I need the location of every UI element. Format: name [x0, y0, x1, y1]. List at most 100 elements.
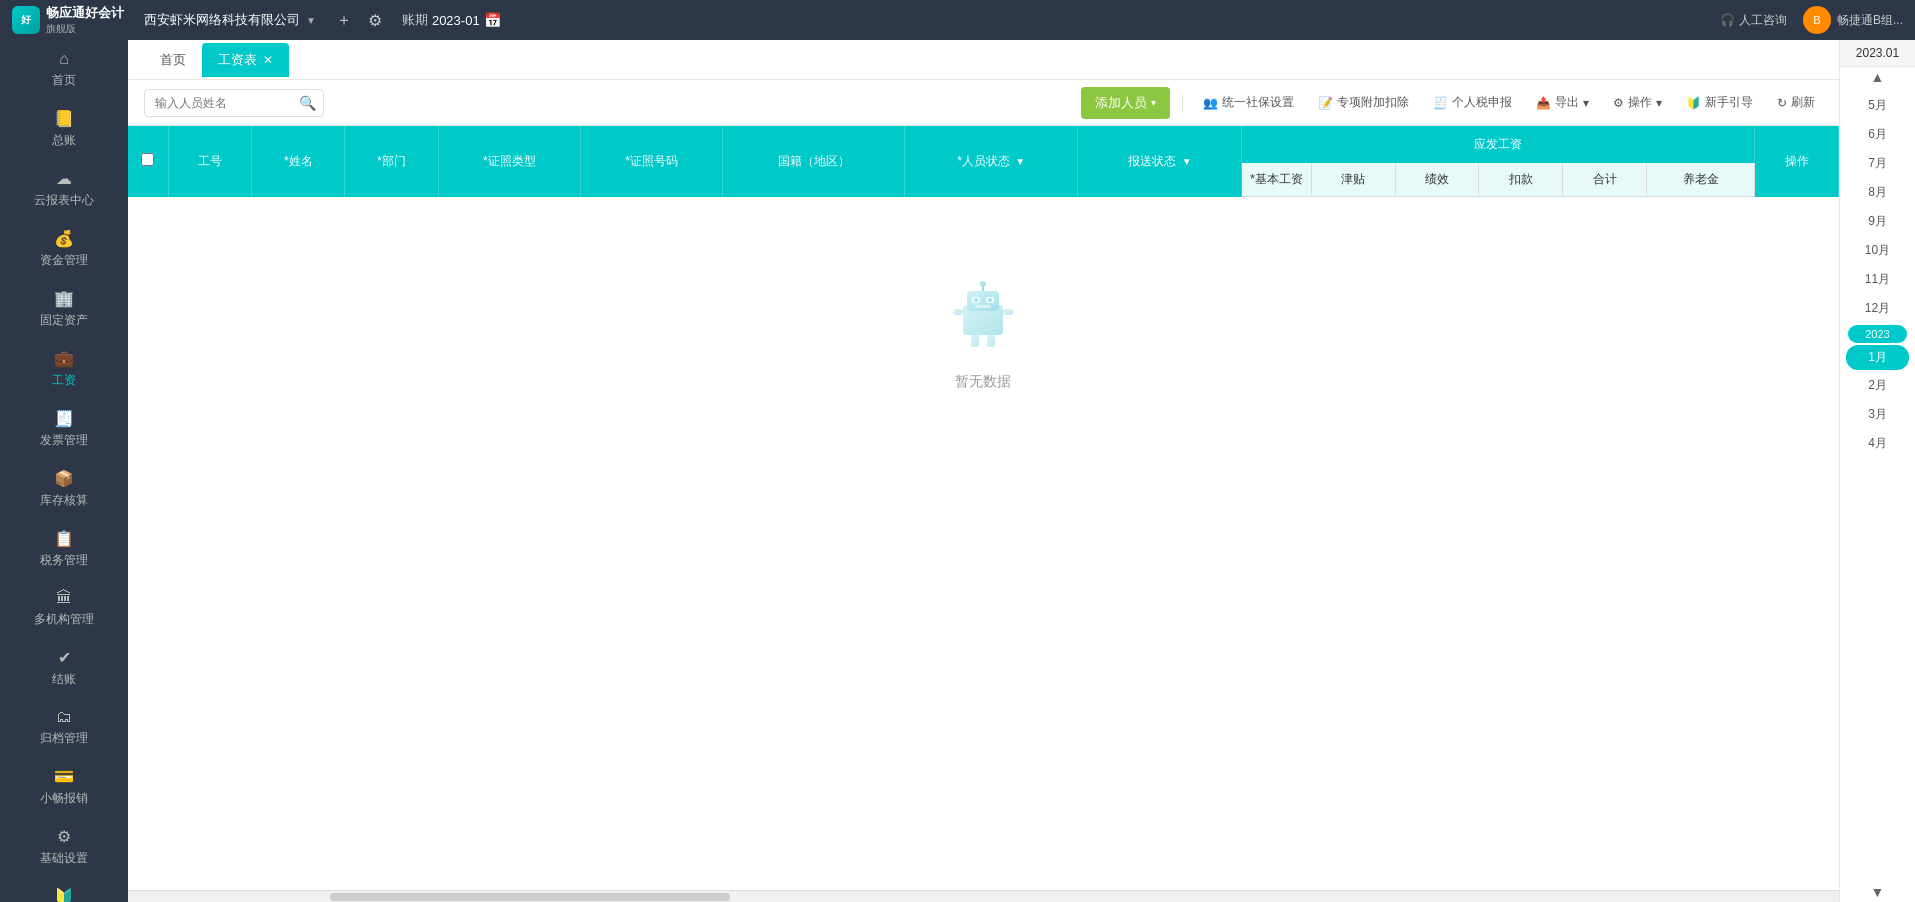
- special-deduction-icon: 📝: [1318, 96, 1333, 110]
- headset-icon: 🎧: [1720, 13, 1735, 27]
- add-person-button[interactable]: 添加人员 ▾: [1081, 87, 1170, 119]
- year-badge: 2023: [1848, 325, 1907, 343]
- sidebar-item-inventory[interactable]: 📦 库存核算: [0, 459, 128, 519]
- ledger-icon: 📒: [54, 109, 74, 128]
- month-item-4[interactable]: 4月: [1840, 429, 1915, 458]
- svg-rect-12: [1003, 309, 1013, 315]
- col-salary-group-header: 应发工资: [1242, 126, 1755, 163]
- settings-icon: ⚙: [57, 827, 71, 846]
- refresh-icon: ↻: [1777, 96, 1787, 110]
- svg-rect-5: [988, 298, 992, 302]
- app-container: 好 畅应通好会计 旗舰版 西安虾米网络科技有限公司 ▼ ＋ ⚙ 账期 2023-…: [0, 0, 1915, 902]
- tab-home[interactable]: 首页: [144, 43, 202, 77]
- month-item-6[interactable]: 6月: [1840, 120, 1915, 149]
- scrollbar-thumb[interactable]: [330, 893, 730, 901]
- search-input[interactable]: [144, 89, 324, 117]
- export-button[interactable]: 📤 导出 ▾: [1528, 90, 1597, 115]
- sidebar-item-salary[interactable]: 💼 工资: [0, 339, 128, 399]
- add-company-button[interactable]: ＋: [332, 6, 356, 35]
- export-icon: 📤: [1536, 96, 1551, 110]
- top-bar-right: 🎧 人工咨询 B 畅捷通B组...: [1720, 6, 1903, 34]
- operations-button[interactable]: ⚙ 操作 ▾: [1605, 90, 1670, 115]
- sidebar-item-report[interactable]: ☁ 云报表中心: [0, 159, 128, 219]
- sidebar-item-settings[interactable]: ⚙ 基础设置: [0, 817, 128, 877]
- service-label: 人工咨询: [1739, 12, 1787, 29]
- empty-text: 暂无数据: [955, 373, 1011, 391]
- user-info[interactable]: B 畅捷通B组...: [1803, 6, 1903, 34]
- salary-icon: 💼: [54, 349, 74, 368]
- sidebar-item-label: 总账: [52, 132, 76, 149]
- sidebar-item-ledger[interactable]: 📒 总账: [0, 99, 128, 159]
- top-bar-actions: ＋ ⚙: [332, 6, 386, 35]
- horizontal-scrollbar[interactable]: [128, 890, 1839, 902]
- sidebar-item-label: 首页: [52, 72, 76, 89]
- svg-rect-8: [975, 305, 991, 308]
- col-idtype-header: *证照类型: [438, 126, 580, 197]
- col-idnum-header: *证照号码: [581, 126, 723, 197]
- month-item-11[interactable]: 11月: [1840, 265, 1915, 294]
- content-area: 首页 工资表 ✕ 🔍 添加人员 ▾: [128, 40, 1839, 902]
- main-area: ⌂ 首页 📒 总账 ☁ 云报表中心 💰 资金管理 🏢 固定资产 💼 工资: [0, 40, 1915, 902]
- personal-tax-icon: 🧾: [1433, 96, 1448, 110]
- month-item-7[interactable]: 7月: [1840, 149, 1915, 178]
- logo-text: 畅应通好会计: [46, 4, 124, 22]
- sidebar-item-label: 基础设置: [40, 850, 88, 867]
- social-settings-button[interactable]: 👥 统一社保设置: [1195, 90, 1302, 115]
- close-tab-icon[interactable]: ✕: [263, 53, 273, 67]
- sidebar-item-asset[interactable]: 🏢 固定资产: [0, 279, 128, 339]
- month-item-1-active[interactable]: 1月: [1846, 345, 1909, 370]
- sidebar-item-home[interactable]: ⌂ 首页: [0, 40, 128, 99]
- sidebar-item-invoice[interactable]: 🧾 发票管理: [0, 399, 128, 459]
- month-item-5[interactable]: 5月: [1840, 91, 1915, 120]
- col-deduction-header: 扣款: [1479, 163, 1563, 197]
- personal-tax-button[interactable]: 🧾 个人税申报: [1425, 90, 1520, 115]
- empty-icon: [943, 277, 1023, 357]
- invoice-icon: 🧾: [54, 409, 74, 428]
- month-item-12[interactable]: 12月: [1840, 294, 1915, 323]
- sidebar-item-archive[interactable]: 🗂 归档管理: [0, 698, 128, 757]
- sidebar-item-label: 多机构管理: [34, 611, 94, 628]
- service-button[interactable]: 🎧 人工咨询: [1720, 12, 1787, 29]
- sidebar-item-label: 结账: [52, 671, 76, 688]
- close-books-icon: ✔: [58, 648, 71, 667]
- sidebar-item-multi[interactable]: 🏛 多机构管理: [0, 579, 128, 638]
- period-value: 2023-01: [432, 13, 480, 28]
- chevron-down-icon: ▾: [1656, 96, 1662, 110]
- cloud-icon: ☁: [56, 169, 72, 188]
- sidebar-item-label: 归档管理: [40, 730, 88, 747]
- settings-button[interactable]: ⚙: [364, 7, 386, 34]
- user-label: 畅捷通B组...: [1837, 12, 1903, 29]
- sidebar-item-fund[interactable]: 💰 资金管理: [0, 219, 128, 279]
- sidebar-item-label: 工资: [52, 372, 76, 389]
- col-dept-header: *部门: [345, 126, 438, 197]
- select-all-checkbox[interactable]: [141, 153, 154, 166]
- date-nav-down-button[interactable]: ▼: [1840, 882, 1915, 902]
- sidebar-item-guide[interactable]: 🔰 新手引导: [0, 877, 128, 902]
- calendar-icon[interactable]: 📅: [484, 12, 501, 28]
- sidebar-item-label: 库存核算: [40, 492, 88, 509]
- refresh-button[interactable]: ↻ 刷新: [1769, 90, 1823, 115]
- special-deduction-button[interactable]: 📝 专项附加扣除: [1310, 90, 1417, 115]
- col-country-header: 国籍（地区）: [723, 126, 905, 197]
- status-filter-icon[interactable]: ▼: [1015, 156, 1025, 167]
- sidebar-item-tax[interactable]: 📋 税务管理: [0, 519, 128, 579]
- svg-rect-11: [953, 309, 963, 315]
- month-item-3[interactable]: 3月: [1840, 400, 1915, 429]
- sidebar-item-close[interactable]: ✔ 结账: [0, 638, 128, 698]
- sidebar-item-label: 云报表中心: [34, 192, 94, 209]
- sidebar-item-label: 税务管理: [40, 552, 88, 569]
- nav-tabs: 首页 工资表 ✕: [128, 40, 1839, 80]
- month-item-2[interactable]: 2月: [1840, 371, 1915, 400]
- date-nav-up-button[interactable]: ▲: [1840, 67, 1915, 87]
- col-number-header: 工号: [168, 126, 252, 197]
- sidebar-item-expense[interactable]: 💳 小畅报销: [0, 757, 128, 817]
- fund-icon: 💰: [54, 229, 74, 248]
- new-guide-button[interactable]: 🔰 新手引导: [1678, 90, 1761, 115]
- report-status-filter-icon[interactable]: ▼: [1182, 156, 1192, 167]
- month-item-8[interactable]: 8月: [1840, 178, 1915, 207]
- month-item-9[interactable]: 9月: [1840, 207, 1915, 236]
- month-item-10[interactable]: 10月: [1840, 236, 1915, 265]
- tab-salary-table[interactable]: 工资表 ✕: [202, 43, 289, 77]
- company-selector[interactable]: 西安虾米网络科技有限公司 ▼: [144, 11, 316, 29]
- col-performance-header: 绩效: [1395, 163, 1479, 197]
